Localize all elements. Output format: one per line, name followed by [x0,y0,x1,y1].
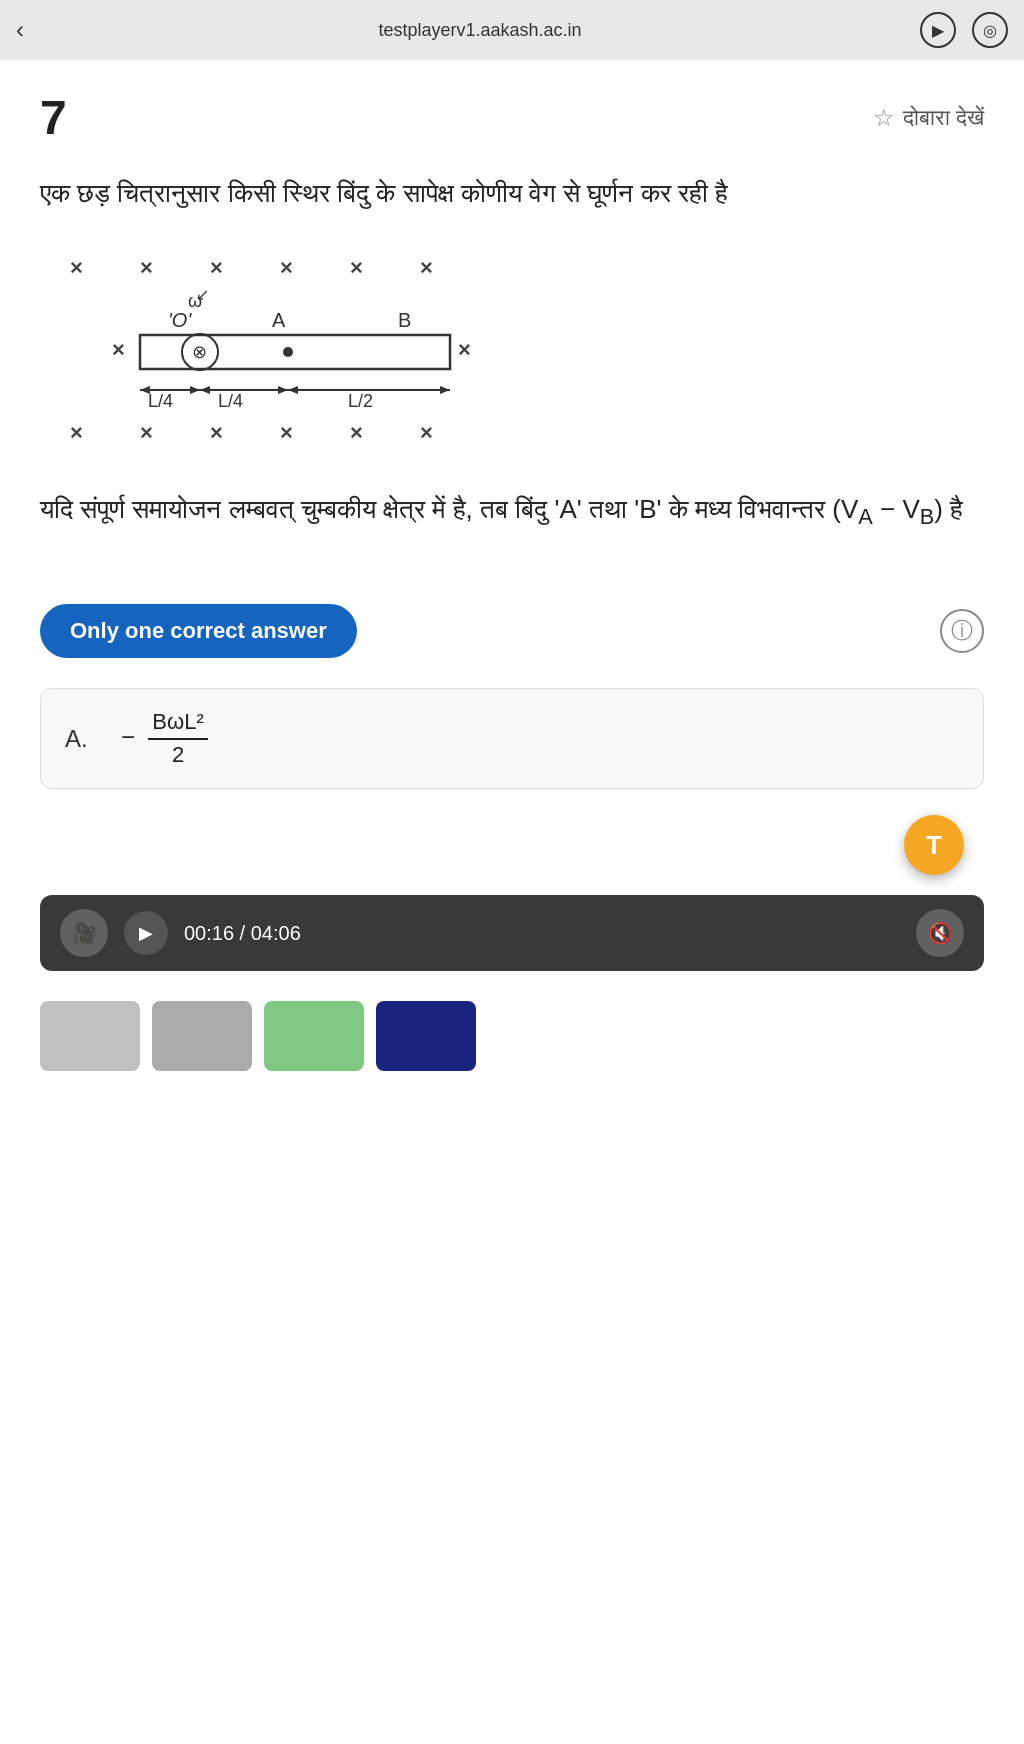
url-display: testplayerv1.aakash.ac.in [40,20,920,41]
svg-text:×: × [210,255,223,280]
nav-thumb-2[interactable] [152,1001,252,1071]
svg-text:×: × [350,420,363,445]
option-a-numerator: BωL² [148,709,207,739]
back-button[interactable]: ‹ [16,16,24,44]
svg-text:L/2: L/2 [348,391,373,411]
svg-text:B: B [398,309,411,331]
svg-text:↙: ↙ [196,286,209,303]
question-number: 7 [40,90,67,145]
video-camera-button[interactable]: 🎥 [60,909,108,957]
svg-text:×: × [420,420,433,445]
svg-marker-26 [288,386,298,394]
answer-type-row: Only one correct answer ⓘ [40,604,984,658]
svg-text:×: × [140,420,153,445]
svg-text:×: × [420,255,433,280]
option-a-denominator: 2 [168,740,188,768]
question-text-1: एक छड़ चित्रानुसार किसी स्थिर बिंदु के स… [40,173,984,215]
svg-text:⊗: ⊗ [192,342,207,362]
nav-thumb-4[interactable] [376,1001,476,1071]
options-area: A. − BωL² 2 [40,688,984,789]
svg-text:×: × [280,255,293,280]
top-icons: ▶ ◎ [920,12,1008,48]
svg-text:×: × [210,420,223,445]
sound-icon: 🔇 [928,921,953,945]
video-time: 00:16 / 04:06 [184,922,301,945]
option-a-row[interactable]: A. − BωL² 2 [40,688,984,789]
svg-text:A: A [272,309,286,331]
video-bar: 🎥 ▶ 00:16 / 04:06 🔇 [40,895,984,971]
bottom-nav-thumbnails [40,1001,984,1071]
answer-type-badge[interactable]: Only one correct answer [40,604,357,658]
question-header: 7 ☆ दोबारा देखें [40,90,984,145]
svg-text:'O': 'O' [168,309,192,331]
play-button[interactable]: ▶ [124,911,168,955]
top-bar: ‹ testplayerv1.aakash.ac.in ▶ ◎ [0,0,1024,60]
diagram-section: × × × × × × ω ↙ 'O' A B ⊗ × × [40,245,984,469]
svg-marker-19 [190,386,200,394]
review-button[interactable]: ☆ दोबारा देखें [873,104,984,132]
svg-text:×: × [140,255,153,280]
camera-icon: 🎥 [72,921,97,945]
svg-text:×: × [458,337,471,362]
info-icon-button[interactable]: ⓘ [940,609,984,653]
nav-thumb-3[interactable] [264,1001,364,1071]
svg-text:L/4: L/4 [148,391,173,411]
play-icon: ▶ [932,21,944,40]
svg-text:×: × [350,255,363,280]
main-content: 7 ☆ दोबारा देखें एक छड़ चित्रानुसार किसी… [0,60,1024,1744]
option-a-content: − BωL² 2 [121,709,959,768]
star-icon: ☆ [873,104,895,132]
question-text-2: यदि संपूर्ण समायोजन लम्बवत् चुम्बकीय क्ष… [40,489,984,535]
t-float-button[interactable]: T [904,815,964,875]
option-a-fraction: BωL² 2 [148,709,207,768]
sound-button[interactable]: 🔇 [916,909,964,957]
svg-text:×: × [70,420,83,445]
nav-thumb-1[interactable] [40,1001,140,1071]
svg-text:×: × [280,420,293,445]
svg-marker-22 [200,386,210,394]
play-icon-circle[interactable]: ▶ [920,12,956,48]
option-a-label: A. [65,725,105,753]
svg-text:×: × [70,255,83,280]
svg-marker-27 [440,386,450,394]
rod-diagram-svg: × × × × × × ω ↙ 'O' A B ⊗ × × [40,245,560,465]
svg-text:L/4: L/4 [218,391,243,411]
settings-icon: ◎ [983,21,997,40]
svg-marker-23 [278,386,288,394]
svg-text:×: × [112,337,125,362]
svg-point-14 [283,347,293,357]
play-icon: ▶ [139,922,153,944]
settings-icon-circle[interactable]: ◎ [972,12,1008,48]
review-label: दोबारा देखें [903,105,984,131]
